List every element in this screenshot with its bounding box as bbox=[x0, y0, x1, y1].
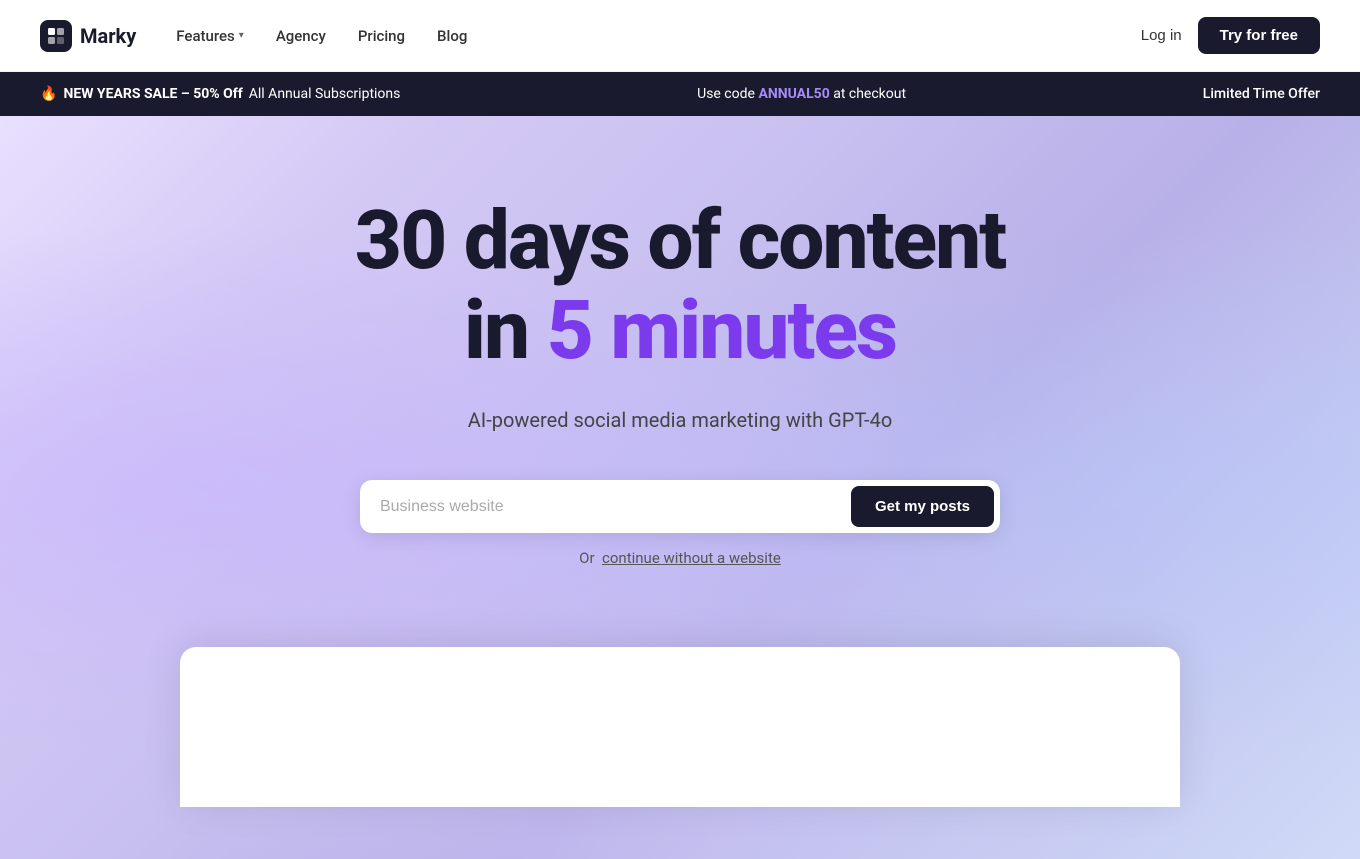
logo[interactable]: Marky bbox=[40, 20, 136, 52]
hero-title-line2-prefix: in bbox=[464, 283, 547, 379]
hero-section: 30 days of content in 5 minutes AI-power… bbox=[0, 116, 1360, 859]
continue-without-website-link[interactable]: continue without a website bbox=[602, 549, 781, 567]
try-free-button[interactable]: Try for free bbox=[1198, 17, 1320, 54]
or-label: Or bbox=[579, 549, 594, 567]
use-code-prefix: Use code bbox=[697, 86, 755, 102]
banner-right: Limited Time Offer bbox=[1203, 86, 1320, 102]
navbar-right: Log in Try for free bbox=[1141, 17, 1320, 54]
nav-links: Features ▾ Agency Pricing Blog bbox=[176, 27, 467, 45]
navbar: Marky Features ▾ Agency Pricing Blog Log… bbox=[0, 0, 1360, 72]
sale-banner: 🔥 NEW YEARS SALE – 50% Off All Annual Su… bbox=[0, 72, 1360, 116]
hero-content: 30 days of content in 5 minutes AI-power… bbox=[355, 196, 1005, 627]
hero-title: 30 days of content in 5 minutes bbox=[355, 196, 1005, 376]
hero-form: Get my posts bbox=[360, 480, 1000, 533]
hero-title-line1: 30 days of content bbox=[355, 193, 1005, 289]
promo-code: ANNUAL50 bbox=[758, 86, 829, 102]
logo-icon bbox=[40, 20, 72, 52]
nav-agency[interactable]: Agency bbox=[276, 27, 326, 45]
fire-emoji: 🔥 bbox=[40, 86, 57, 102]
use-code-suffix: at checkout bbox=[833, 86, 906, 102]
nav-blog[interactable]: Blog bbox=[437, 27, 467, 45]
get-posts-button[interactable]: Get my posts bbox=[851, 486, 994, 527]
limited-offer-text: Limited Time Offer bbox=[1203, 86, 1320, 102]
chevron-down-icon: ▾ bbox=[239, 30, 244, 41]
hero-subtitle: AI-powered social media marketing with G… bbox=[355, 408, 1005, 432]
nav-pricing[interactable]: Pricing bbox=[358, 27, 405, 45]
navbar-left: Marky Features ▾ Agency Pricing Blog bbox=[40, 20, 467, 52]
sale-text-regular: All Annual Subscriptions bbox=[249, 86, 401, 102]
features-label: Features bbox=[176, 27, 234, 45]
business-website-input[interactable] bbox=[380, 498, 851, 516]
logo-text: Marky bbox=[80, 24, 136, 48]
sale-text-bold: NEW YEARS SALE – 50% Off bbox=[63, 86, 242, 102]
banner-left: 🔥 NEW YEARS SALE – 50% Off All Annual Su… bbox=[40, 86, 400, 102]
hero-title-highlight: 5 minutes bbox=[547, 283, 896, 379]
hero-or-text: Or continue without a website bbox=[355, 549, 1005, 567]
banner-center: Use code ANNUAL50 at checkout bbox=[697, 86, 906, 102]
nav-features[interactable]: Features ▾ bbox=[176, 27, 244, 45]
hero-preview-card bbox=[180, 647, 1180, 807]
login-button[interactable]: Log in bbox=[1141, 27, 1182, 44]
